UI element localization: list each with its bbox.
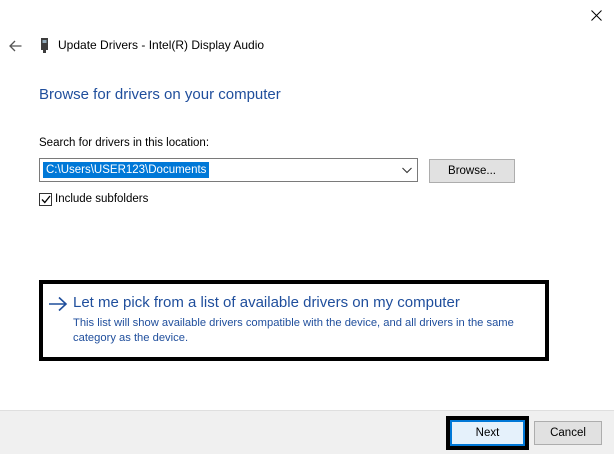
close-button[interactable] [578,0,614,30]
chevron-down-icon[interactable] [401,164,413,176]
close-icon [590,9,602,21]
cancel-button[interactable]: Cancel [534,421,602,445]
update-drivers-window: Update Drivers - Intel(R) Display Audio … [0,0,614,454]
pick-from-list-option[interactable]: Let me pick from a list of available dri… [39,280,549,361]
checkmark-icon [41,195,51,203]
page-heading: Browse for drivers on your computer [39,86,281,103]
search-location-label: Search for drivers in this location: [39,137,210,149]
include-subfolders-label: Include subfolders [55,193,149,205]
pick-option-title[interactable]: Let me pick from a list of available dri… [73,294,460,311]
next-button[interactable]: Next [450,420,525,446]
back-button[interactable] [5,36,25,56]
search-location-combobox[interactable]: C:\Users\USER123\Documents [39,158,418,182]
browse-button[interactable]: Browse... [429,159,515,183]
search-location-value[interactable]: C:\Users\USER123\Documents [43,162,210,178]
right-arrow-icon [49,296,68,312]
include-subfolders-checkbox[interactable] [39,192,52,206]
include-subfolders-option[interactable]: Include subfolders [39,192,148,206]
back-arrow-icon [8,40,21,52]
pick-option-description: This list will show available drivers co… [73,317,514,344]
window-title: Update Drivers - Intel(R) Display Audio [58,38,265,52]
device-icon [41,38,48,53]
next-highlight: Next [446,416,529,450]
